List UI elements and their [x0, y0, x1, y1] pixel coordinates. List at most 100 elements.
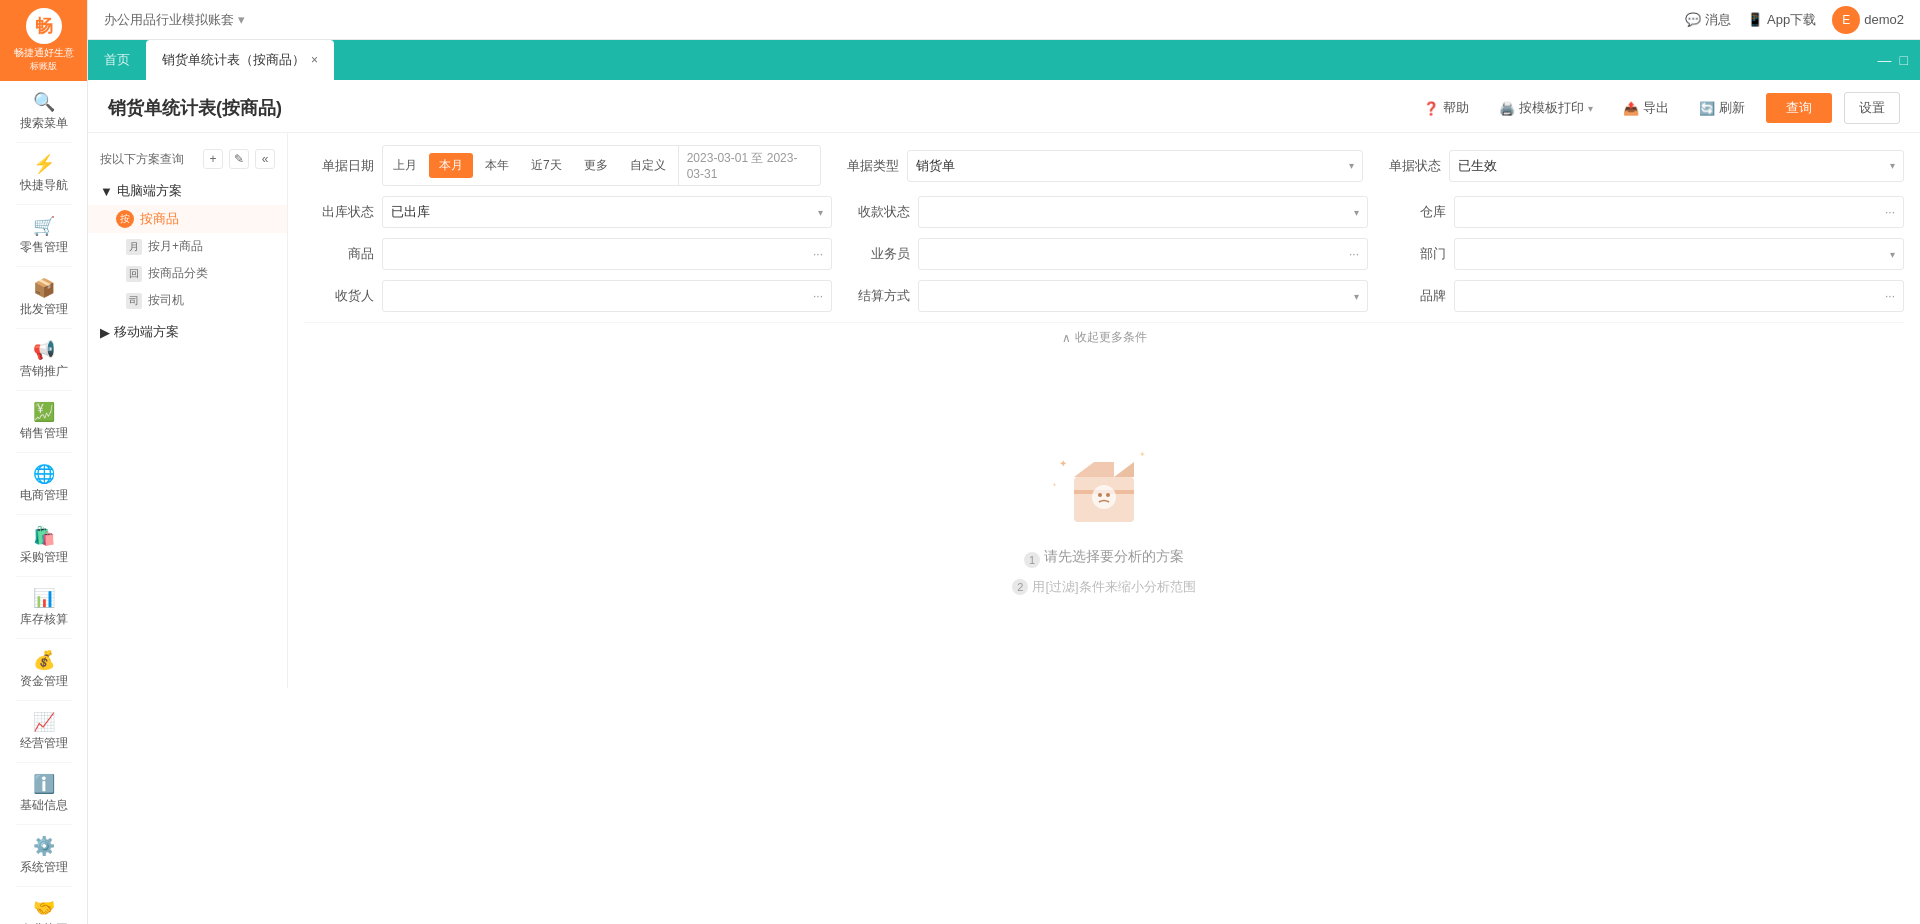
doc-type-field[interactable]: 销货单 ▾	[907, 150, 1362, 182]
tree-section-mobile-header[interactable]: ▶ 移动端方案	[88, 318, 287, 346]
date-btn-7days[interactable]: 近7天	[521, 153, 572, 178]
tabbar-right: — □	[1878, 52, 1920, 68]
salesman-dots-icon[interactable]: ···	[1349, 247, 1359, 261]
tree-item-category[interactable]: 回 按商品分类	[88, 260, 287, 287]
goods-field[interactable]: ···	[382, 238, 832, 270]
sidebar-item-3[interactable]: 📦 批发管理	[16, 267, 72, 329]
tab-home[interactable]: 首页	[88, 40, 146, 80]
sidebar-icon-6: 🌐	[33, 463, 55, 485]
tree-item-month-goods[interactable]: 月 按月+商品	[88, 233, 287, 260]
date-btn-this-month[interactable]: 本月	[429, 153, 473, 178]
sidebar-item-7[interactable]: 🛍️ 采购管理	[16, 515, 72, 577]
sidebar-icon-4: 📢	[33, 339, 55, 361]
export-icon: 📤	[1623, 101, 1639, 116]
tree-collapse-btn[interactable]: «	[255, 149, 275, 169]
app-download-btn[interactable]: 📱 App下载	[1747, 11, 1816, 29]
query-button[interactable]: 查询	[1766, 93, 1832, 123]
sidebar-item-12[interactable]: ⚙️ 系统管理	[16, 825, 72, 887]
tree-add-btn[interactable]: +	[203, 149, 223, 169]
step2-num: 2	[1012, 579, 1028, 595]
collapse-label: 收起更多条件	[1075, 329, 1147, 346]
help-btn[interactable]: ❓ 帮助	[1414, 94, 1478, 122]
main-area: 办公用品行业模拟账套 ▾ 💬 消息 📱 App下载 E demo2 首页 销货单…	[88, 0, 1920, 924]
tree-section-arrow: ▼	[100, 184, 113, 199]
user-avatar-btn[interactable]: E demo2	[1832, 6, 1904, 34]
sidebar-item-4[interactable]: 📢 营销推广	[16, 329, 72, 391]
sidebar-item-9[interactable]: 💰 资金管理	[16, 639, 72, 701]
refresh-btn[interactable]: 🔄 刷新	[1690, 94, 1754, 122]
tree-panel: 按以下方案查询 + ✎ « ▼ 电脑端方案 按 按商品	[88, 133, 288, 688]
empty-illustration: ✦ ✦ ✦	[1044, 432, 1164, 532]
tab-active[interactable]: 销货单统计表（按商品） ×	[146, 40, 334, 80]
department-field[interactable]: ▾	[1454, 238, 1904, 270]
goods-label: 商品	[304, 245, 374, 263]
sidebar-item-6[interactable]: 🌐 电商管理	[16, 453, 72, 515]
app-download-icon: 📱	[1747, 12, 1763, 27]
sidebar-label-2: 零售管理	[20, 239, 68, 256]
date-btn-this-year[interactable]: 本年	[475, 153, 519, 178]
doc-status-field[interactable]: 已生效 ▾	[1449, 150, 1904, 182]
date-group[interactable]: 上月 本月 本年 近7天 更多 自定义 2023-03-01 至 2023-03…	[382, 145, 821, 186]
sidebar-item-2[interactable]: 🛒 零售管理	[16, 205, 72, 267]
svg-point-4	[1106, 493, 1110, 497]
settlement-label: 结算方式	[840, 287, 910, 305]
sidebar-icon-12: ⚙️	[33, 835, 55, 857]
empty-text-1: 请先选择要分析的方案	[1044, 548, 1184, 566]
out-status-field[interactable]: 已出库 ▾	[382, 196, 832, 228]
message-btn[interactable]: 💬 消息	[1685, 11, 1731, 29]
sidebar-icon-2: 🛒	[33, 215, 55, 237]
svg-text:✦: ✦	[1059, 458, 1067, 469]
sidebar-item-0[interactable]: 🔍 搜索菜单	[16, 81, 72, 143]
tree-section-pc-header[interactable]: ▼ 电脑端方案	[88, 177, 287, 205]
tab-close-icon[interactable]: ×	[311, 53, 318, 67]
tree-edit-btn[interactable]: ✎	[229, 149, 249, 169]
salesman-field[interactable]: ···	[918, 238, 1368, 270]
export-btn[interactable]: 📤 导出	[1614, 94, 1678, 122]
sidebar-icon-11: ℹ️	[33, 773, 55, 795]
settlement-field[interactable]: ▾	[918, 280, 1368, 312]
tabbar: 首页 销货单统计表（按商品） × — □	[88, 40, 1920, 80]
warehouse-dots-icon[interactable]: ···	[1885, 205, 1895, 219]
sidebar-item-11[interactable]: ℹ️ 基础信息	[16, 763, 72, 825]
sidebar-item-5[interactable]: 💹 销售管理	[16, 391, 72, 453]
date-btn-last-month[interactable]: 上月	[383, 153, 427, 178]
logo[interactable]: 畅 畅捷通好生意标账版	[0, 0, 87, 81]
tree-item-driver[interactable]: 司 按司机	[88, 287, 287, 314]
tree-header-label: 按以下方案查询	[100, 151, 184, 168]
collapse-row: ∧ 收起更多条件	[304, 322, 1904, 352]
setting-button[interactable]: 设置	[1844, 92, 1900, 124]
sidebar-label-7: 采购管理	[20, 549, 68, 566]
content: 销货单统计表(按商品) ❓ 帮助 🖨️ 按模板打印 ▾ 📤 导出 🔄 刷新	[88, 80, 1920, 924]
sidebar-item-1[interactable]: ⚡ 快捷导航	[16, 143, 72, 205]
receiver-dots-icon[interactable]: ···	[813, 289, 823, 303]
tab-minimize-icon[interactable]: —	[1878, 52, 1892, 68]
receiver-field[interactable]: ···	[382, 280, 832, 312]
print-btn[interactable]: 🖨️ 按模板打印 ▾	[1490, 94, 1602, 122]
sidebar-icon-0: 🔍	[33, 91, 55, 113]
tree-item-category-label: 按商品分类	[148, 265, 208, 282]
warehouse-field[interactable]: ···	[1454, 196, 1904, 228]
brand-dots-icon[interactable]: ···	[1885, 289, 1895, 303]
title-arrow[interactable]: ▾	[238, 12, 245, 27]
sidebar-item-13[interactable]: 🤝 企业协同	[16, 887, 72, 924]
sidebar-label-4: 营销推广	[20, 363, 68, 380]
sidebar-item-10[interactable]: 📈 经营管理	[16, 701, 72, 763]
date-btn-custom[interactable]: 自定义	[620, 153, 676, 178]
tab-maximize-icon[interactable]: □	[1900, 52, 1908, 68]
filter-row-1: 单据日期 上月 本月 本年 近7天 更多 自定义 2023-03-01 至 20…	[304, 145, 1904, 186]
payment-status-field[interactable]: ▾	[918, 196, 1368, 228]
doc-status-arrow-icon: ▾	[1890, 160, 1895, 171]
date-btn-more[interactable]: 更多	[574, 153, 618, 178]
sidebar-icon-8: 📊	[33, 587, 55, 609]
svg-point-2	[1092, 485, 1116, 509]
brand-field[interactable]: ···	[1454, 280, 1904, 312]
sidebar-item-8[interactable]: 📊 库存核算	[16, 577, 72, 639]
collapse-btn[interactable]: ∧ 收起更多条件	[1062, 329, 1147, 346]
goods-dots-icon[interactable]: ···	[813, 247, 823, 261]
tree-item-goods[interactable]: 按 按商品	[88, 205, 287, 233]
print-icon: 🖨️	[1499, 101, 1515, 116]
sidebar-label-8: 库存核算	[20, 611, 68, 628]
payment-status-label: 收款状态	[840, 203, 910, 221]
export-label: 导出	[1643, 99, 1669, 117]
date-label: 单据日期	[304, 157, 374, 175]
